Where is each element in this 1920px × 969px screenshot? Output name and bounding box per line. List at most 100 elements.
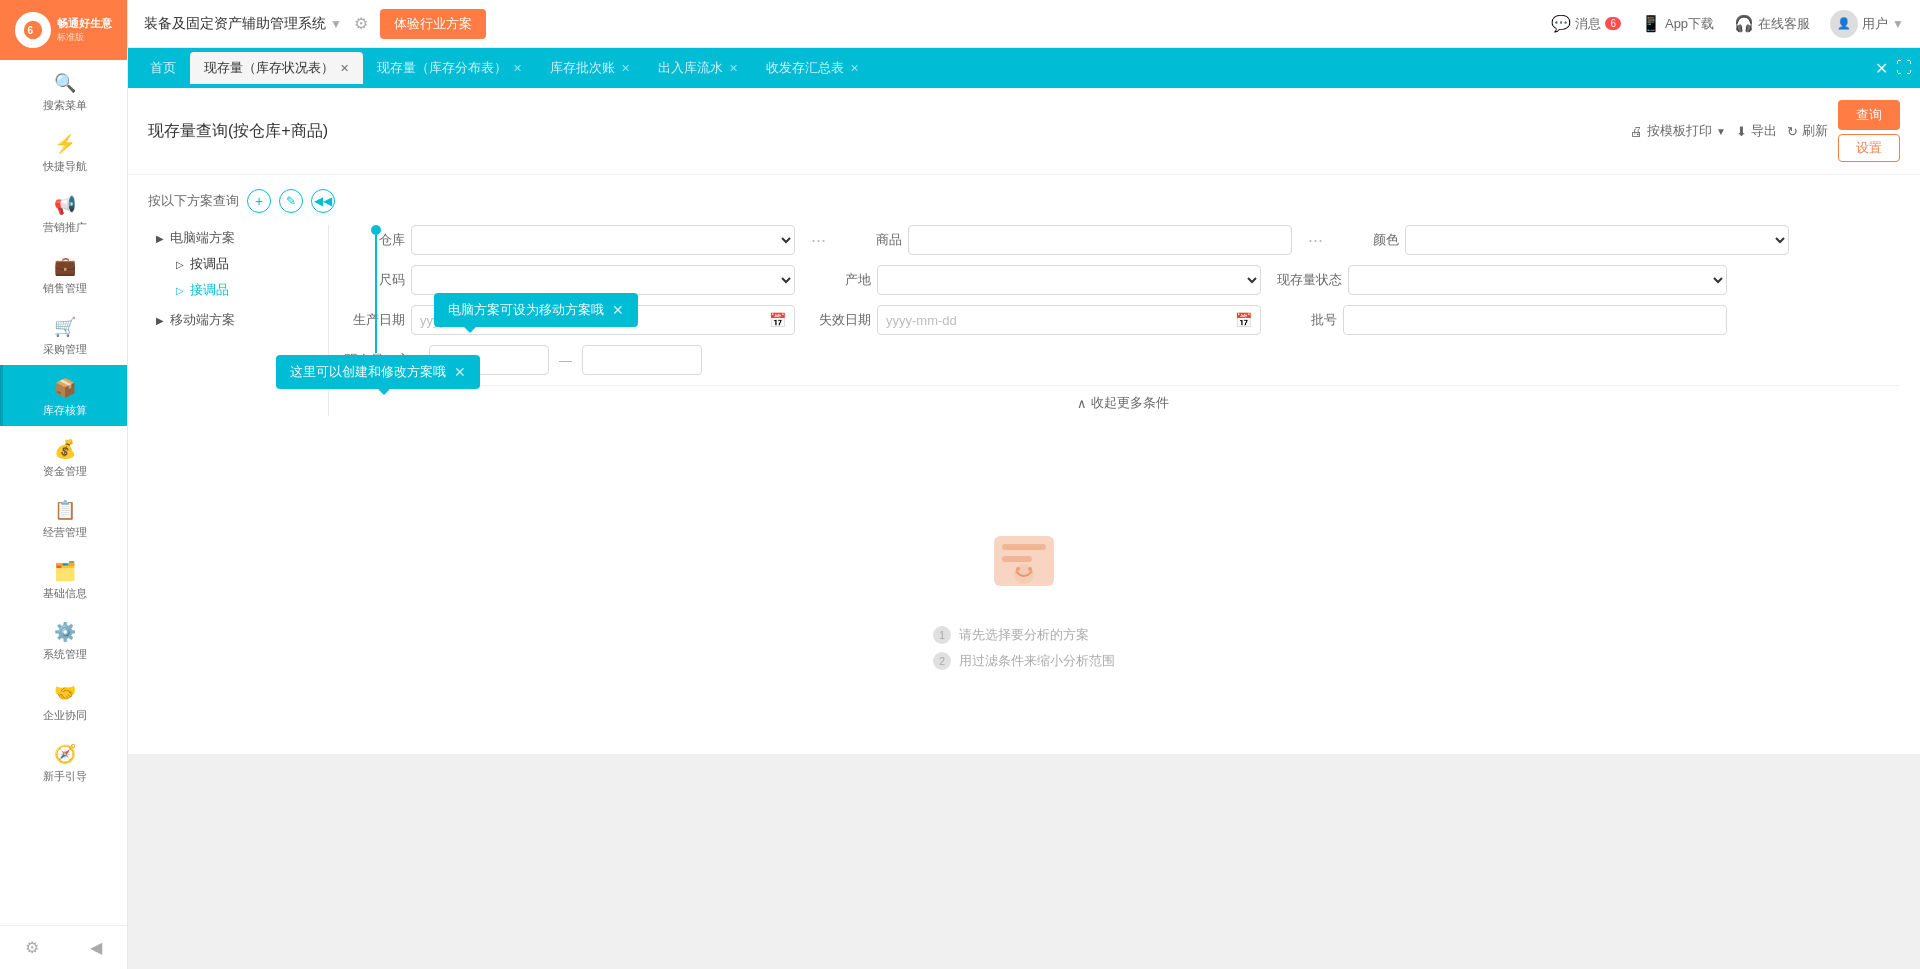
industry-btn[interactable]: 体验行业方案 (380, 9, 486, 39)
sidebar-item-corp[interactable]: 🤝 企业协同 (0, 670, 127, 731)
app-download-btn[interactable]: 📱 App下载 (1641, 14, 1714, 33)
dots-icon-2[interactable]: ··· (1308, 230, 1323, 251)
add-scheme-btn[interactable]: + (247, 189, 271, 213)
title-actions: 🖨 按模板打印 ▼ ⬇ 导出 ↻ 刷新 查询 设置 (1630, 100, 1900, 162)
sidebar-item-label: 销售管理 (43, 281, 87, 296)
refresh-btn[interactable]: ↻ 刷新 (1787, 122, 1828, 140)
size-select[interactable] (411, 265, 795, 295)
sidebar-item-finance[interactable]: 💰 资金管理 (0, 426, 127, 487)
tooltip-desktop-scheme: 电脑方案可设为移动方案哦 ✕ (434, 293, 638, 327)
tab-fullscreen-icon[interactable]: ⛶ (1896, 59, 1912, 77)
sidebar-item-search[interactable]: 🔍 搜索菜单 (0, 60, 127, 121)
tab-home[interactable]: 首页 (136, 52, 190, 84)
tab-label: 库存批次账 (550, 59, 615, 77)
print-icon: 🖨 (1630, 124, 1643, 139)
filter-exp-date: 失效日期 yyyy-mm-dd 📅 (811, 305, 1261, 335)
tab-inventory-status[interactable]: 现存量（库存状况表） ✕ (190, 52, 363, 84)
warehouse-select[interactable] (411, 225, 795, 255)
tab-batch[interactable]: 库存批次账 ✕ (536, 52, 644, 84)
empty-step-2: 2 用过滤条件来缩小分析范围 (933, 648, 1115, 674)
tab-close-icon[interactable]: ✕ (340, 62, 349, 75)
tooltip-close-2[interactable]: ✕ (454, 364, 466, 380)
messages-label: 消息 (1575, 15, 1601, 33)
guide-icon: 🧭 (54, 743, 76, 765)
chevron-up-icon: ∧ (1077, 396, 1087, 411)
settings-footer-btn[interactable]: ⚙ (25, 938, 39, 957)
page-title: 现存量查询(按仓库+商品) (148, 121, 328, 142)
step-num-2: 2 (933, 652, 951, 670)
template-print-btn[interactable]: 🖨 按模板打印 ▼ (1630, 122, 1726, 140)
edit-scheme-btn[interactable]: ✎ (279, 189, 303, 213)
scheme-group-header-desktop[interactable]: ▶ 电脑端方案 (148, 225, 316, 251)
scheme-item-1[interactable]: ▷ 按调品 (148, 251, 316, 277)
tab-close-icon[interactable]: ✕ (621, 62, 630, 75)
sidebar-item-sales[interactable]: 💼 销售管理 (0, 243, 127, 304)
sidebar-item-system[interactable]: ⚙️ 系统管理 (0, 609, 127, 670)
sidebar-item-purchase[interactable]: 🛒 采购管理 (0, 304, 127, 365)
sidebar-item-inventory[interactable]: 📦 库存核算 (0, 365, 127, 426)
tab-flow[interactable]: 出入库流水 ✕ (644, 52, 752, 84)
collapse-sidebar-btn[interactable]: ◀ (90, 938, 102, 957)
origin-select[interactable] (877, 265, 1261, 295)
sidebar-item-ops[interactable]: 📋 经营管理 (0, 487, 127, 548)
tab-close-icon[interactable]: ✕ (513, 62, 522, 75)
chevron-down-icon: ▼ (330, 17, 342, 31)
system-name-dropdown[interactable]: 装备及固定资产辅助管理系统 ▼ (144, 15, 342, 33)
sidebar-item-label: 采购管理 (43, 342, 87, 357)
export-label: 导出 (1751, 122, 1777, 140)
filter-row-4: 现存量（主） — (345, 345, 1900, 375)
messages-btn[interactable]: 💬 消息 6 (1551, 14, 1621, 33)
collapse-btn[interactable]: ∧ 收起更多条件 (345, 385, 1900, 416)
filter-area: 按以下方案查询 + ✎ ◀◀ ▶ 电脑端方案 ▷ (128, 175, 1920, 426)
product-input[interactable] (908, 225, 1292, 255)
chevron-right-icon: ▶ (156, 233, 164, 244)
sidebar-item-quicknav[interactable]: ⚡ 快捷导航 (0, 121, 127, 182)
export-btn[interactable]: ⬇ 导出 (1736, 122, 1777, 140)
scheme-left: ▶ 电脑端方案 ▷ 按调品 ▷ 接调品 (148, 225, 328, 337)
scheme-group-label: 移动端方案 (170, 311, 235, 329)
back-btn[interactable]: ◀◀ (311, 189, 335, 213)
calendar-icon-2: 📅 (1235, 312, 1252, 328)
sidebar-item-label: 搜索菜单 (43, 98, 87, 113)
tab-close-icon[interactable]: ✕ (850, 62, 859, 75)
page-content: 现存量查询(按仓库+商品) 🖨 按模板打印 ▼ ⬇ 导出 ↻ 刷新 (128, 88, 1920, 969)
tab-label: 出入库流水 (658, 59, 723, 77)
stock-qty-to[interactable] (582, 345, 702, 375)
user-menu[interactable]: 👤 用户 ▼ (1830, 10, 1904, 38)
stock-status-label: 现存量状态 (1277, 271, 1342, 289)
tabs-bar: 首页 现存量（库存状况表） ✕ 现存量（库存分布表） ✕ 库存批次账 ✕ 出入库… (128, 48, 1920, 88)
online-support-btn[interactable]: 🎧 在线客服 (1734, 14, 1810, 33)
sidebar-item-basic[interactable]: 🗂️ 基础信息 (0, 548, 127, 609)
scheme-item-label: 接调品 (190, 281, 229, 299)
scheme-group-desktop: ▶ 电脑端方案 ▷ 按调品 ▷ 接调品 (148, 225, 316, 303)
sidebar-item-guide[interactable]: 🧭 新手引导 (0, 731, 127, 792)
settings-btn[interactable]: ⚙ (354, 14, 368, 33)
svg-rect-3 (1002, 544, 1046, 550)
dots-icon-1[interactable]: ··· (811, 230, 826, 251)
empty-steps: 1 请先选择要分析的方案 2 用过滤条件来缩小分析范围 (933, 622, 1115, 674)
tooltip-close-1[interactable]: ✕ (612, 302, 624, 318)
settings-button[interactable]: 设置 (1838, 134, 1900, 162)
system-name: 装备及固定资产辅助管理系统 (144, 15, 326, 33)
filter-warehouse: 仓库 (345, 225, 795, 255)
ops-icon: 📋 (54, 499, 76, 521)
tab-close-icon[interactable]: ✕ (729, 62, 738, 75)
query-button[interactable]: 查询 (1838, 100, 1900, 130)
sidebar-item-label: 系统管理 (43, 647, 87, 662)
tab-summary[interactable]: 收发存汇总表 ✕ (752, 52, 873, 84)
calendar-icon-1: 📅 (769, 312, 786, 328)
sidebar-item-label: 新手引导 (43, 769, 87, 784)
svg-point-6 (1016, 567, 1020, 571)
tab-inventory-dist[interactable]: 现存量（库存分布表） ✕ (363, 52, 536, 84)
color-select[interactable] (1405, 225, 1789, 255)
scheme-item-2[interactable]: ▷ 接调品 (148, 277, 316, 303)
vertical-connector (375, 235, 377, 353)
sidebar-item-marketing[interactable]: 📢 营销推广 (0, 182, 127, 243)
tab-close-all-icon[interactable]: ✕ (1875, 59, 1888, 78)
exp-date-input[interactable]: yyyy-mm-dd 📅 (877, 305, 1261, 335)
filter-header: 按以下方案查询 + ✎ ◀◀ (148, 189, 1900, 213)
batch-input[interactable] (1343, 305, 1727, 335)
scheme-group-header-mobile[interactable]: ▶ 移动端方案 (148, 307, 316, 333)
stock-status-select[interactable] (1348, 265, 1727, 295)
color-label: 颜色 (1339, 231, 1399, 249)
